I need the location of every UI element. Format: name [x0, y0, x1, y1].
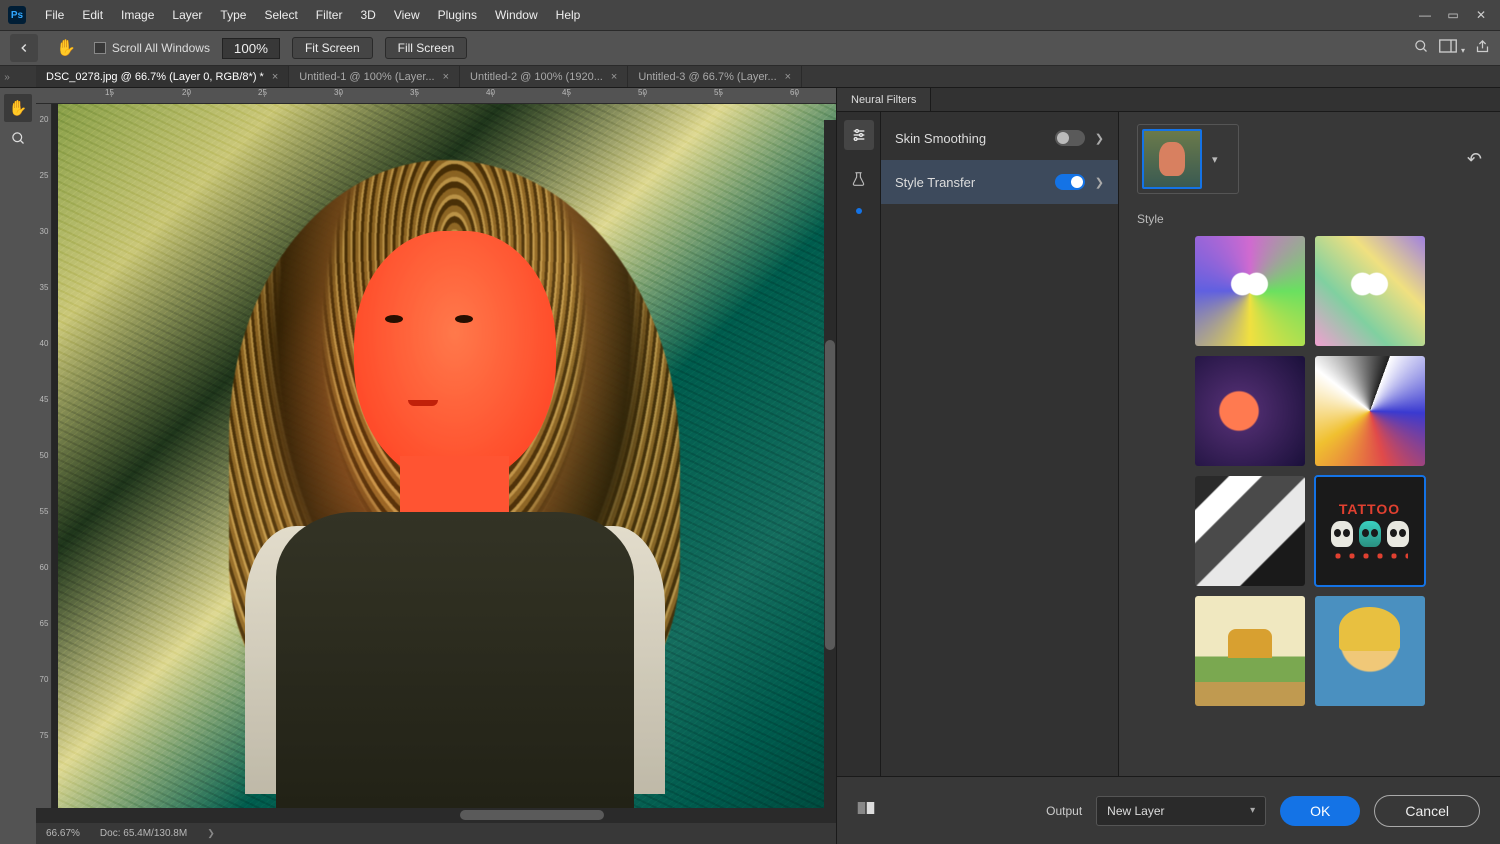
style-thumb-8[interactable]	[1315, 596, 1425, 706]
chevron-right-icon: ❯	[1095, 132, 1104, 145]
filter-options-pane: ▾ ↶ Style TATTOO	[1119, 112, 1500, 776]
beaker-icon[interactable]	[844, 164, 874, 194]
menu-file[interactable]: File	[36, 0, 73, 30]
menu-select[interactable]: Select	[255, 0, 306, 30]
style-thumb-3[interactable]	[1195, 356, 1305, 466]
style-thumb-1[interactable]	[1195, 236, 1305, 346]
neural-filters-panel: Neural Filters Skin Smoothing ❯ Style Tr…	[836, 88, 1500, 844]
style-thumb-2[interactable]	[1315, 236, 1425, 346]
scroll-all-windows-checkbox[interactable]: Scroll All Windows	[94, 41, 210, 55]
filter-label: Style Transfer	[895, 175, 975, 190]
window-close-button[interactable]: ✕	[1470, 6, 1492, 24]
panel-tab-neural-filters[interactable]: Neural Filters	[837, 88, 931, 111]
checkbox-icon	[94, 42, 106, 54]
workspace-switcher-icon[interactable]: ▾	[1439, 39, 1465, 57]
ruler-horizontal: 15 20 25 30 35 40 45 50 55 60	[36, 88, 836, 104]
ruler-vertical: 20 25 30 35 40 45 50 55 60 65 70 75	[36, 104, 52, 808]
expand-panels-icon[interactable]: »	[0, 66, 14, 88]
output-label: Output	[1046, 804, 1082, 818]
status-bar: 66.67% Doc: 65.4M/130.8M ❯	[36, 822, 836, 844]
tab-label: Untitled-3 @ 66.7% (Layer...	[638, 71, 776, 83]
share-icon[interactable]	[1475, 39, 1490, 58]
cancel-button[interactable]: Cancel	[1374, 795, 1480, 827]
source-preview-thumb[interactable]	[1142, 129, 1202, 189]
style-thumb-5[interactable]	[1195, 476, 1305, 586]
search-icon[interactable]	[1414, 39, 1429, 58]
document-image	[58, 104, 836, 808]
style-grid: TATTOO	[1137, 236, 1482, 714]
document-tabs: DSC_0278.jpg @ 66.7% (Layer 0, RGB/8*) *…	[0, 66, 1500, 88]
tab-label: DSC_0278.jpg @ 66.7% (Layer 0, RGB/8*) *	[46, 71, 264, 83]
workspace: ✋ 15 20 25 30 35 40 45 50 55 60 20 25 30…	[0, 88, 1500, 844]
close-icon[interactable]: ×	[272, 71, 278, 83]
filter-row-style-transfer[interactable]: Style Transfer ❯	[881, 160, 1118, 204]
chevron-down-icon[interactable]: ▾	[1212, 153, 1230, 166]
filter-list: Skin Smoothing ❯ Style Transfer ❯	[881, 112, 1119, 776]
status-doc-size: Doc: 65.4M/130.8M	[100, 828, 187, 839]
ok-button[interactable]: OK	[1280, 796, 1360, 826]
vertical-scrollbar[interactable]	[824, 120, 836, 808]
panel-tabbar: Neural Filters	[837, 88, 1500, 112]
document-tab-0[interactable]: DSC_0278.jpg @ 66.7% (Layer 0, RGB/8*) *…	[36, 66, 289, 87]
hand-tool-icon: ✋	[50, 38, 82, 58]
close-icon[interactable]: ×	[611, 71, 617, 83]
menu-filter[interactable]: Filter	[307, 0, 352, 30]
scroll-all-label: Scroll All Windows	[112, 41, 210, 55]
menu-3d[interactable]: 3D	[351, 0, 384, 30]
menu-type[interactable]: Type	[211, 0, 255, 30]
document-tab-2[interactable]: Untitled-2 @ 100% (1920... ×	[460, 66, 628, 87]
horizontal-scrollbar[interactable]	[36, 808, 836, 822]
output-select[interactable]: New Layer ▾	[1096, 796, 1266, 826]
filter-category-column	[837, 112, 881, 776]
menu-view[interactable]: View	[385, 0, 429, 30]
menu-image[interactable]: Image	[112, 0, 163, 30]
chevron-right-icon[interactable]: ❯	[207, 828, 215, 839]
fit-screen-button[interactable]: Fit Screen	[292, 37, 373, 59]
close-icon[interactable]: ×	[785, 71, 791, 83]
style-thumb-6[interactable]: TATTOO	[1315, 476, 1425, 586]
status-dot-icon	[856, 208, 862, 214]
panel-footer: Output New Layer ▾ OK Cancel	[837, 776, 1500, 844]
tab-label: Untitled-2 @ 100% (1920...	[470, 71, 603, 83]
menu-plugins[interactable]: Plugins	[429, 0, 486, 30]
section-label-style: Style	[1137, 212, 1482, 226]
app-logo: Ps	[8, 6, 26, 24]
menu-window[interactable]: Window	[486, 0, 547, 30]
style-thumb-4[interactable]	[1315, 356, 1425, 466]
fill-screen-button[interactable]: Fill Screen	[385, 37, 468, 59]
document-tab-3[interactable]: Untitled-3 @ 66.7% (Layer... ×	[628, 66, 802, 87]
toggle-skin-smoothing[interactable]	[1055, 130, 1085, 146]
zoom-tool-button[interactable]	[4, 124, 32, 152]
close-icon[interactable]: ×	[443, 71, 449, 83]
style-thumb-7[interactable]	[1195, 596, 1305, 706]
hand-tool-button[interactable]: ✋	[4, 94, 32, 122]
tools-panel: ✋	[0, 88, 36, 844]
home-back-button[interactable]	[10, 34, 38, 62]
output-value: New Layer	[1107, 804, 1164, 818]
filter-label: Skin Smoothing	[895, 131, 986, 146]
canvas[interactable]	[52, 104, 836, 808]
tattoo-text: TATTOO	[1339, 501, 1400, 517]
reset-icon[interactable]: ↶	[1467, 149, 1482, 170]
tab-label: Untitled-1 @ 100% (Layer...	[299, 71, 434, 83]
menu-help[interactable]: Help	[547, 0, 590, 30]
toggle-style-transfer[interactable]	[1055, 174, 1085, 190]
window-minimize-button[interactable]: —	[1414, 6, 1436, 24]
canvas-area: 15 20 25 30 35 40 45 50 55 60 20 25 30 3…	[36, 88, 836, 844]
filters-settings-icon[interactable]	[844, 120, 874, 150]
document-tab-1[interactable]: Untitled-1 @ 100% (Layer... ×	[289, 66, 460, 87]
menu-layer[interactable]: Layer	[163, 0, 211, 30]
chevron-down-icon: ▾	[1250, 805, 1255, 816]
filter-row-skin-smoothing[interactable]: Skin Smoothing ❯	[881, 116, 1118, 160]
before-after-icon[interactable]	[857, 800, 875, 821]
window-restore-button[interactable]: ▭	[1442, 6, 1464, 24]
status-zoom: 66.67%	[46, 828, 80, 839]
chevron-right-icon: ❯	[1095, 176, 1104, 189]
menu-edit[interactable]: Edit	[73, 0, 112, 30]
menubar: Ps File Edit Image Layer Type Select Fil…	[0, 0, 1500, 30]
zoom-percent-input[interactable]	[222, 38, 280, 59]
options-bar: ✋ Scroll All Windows Fit Screen Fill Scr…	[0, 30, 1500, 66]
